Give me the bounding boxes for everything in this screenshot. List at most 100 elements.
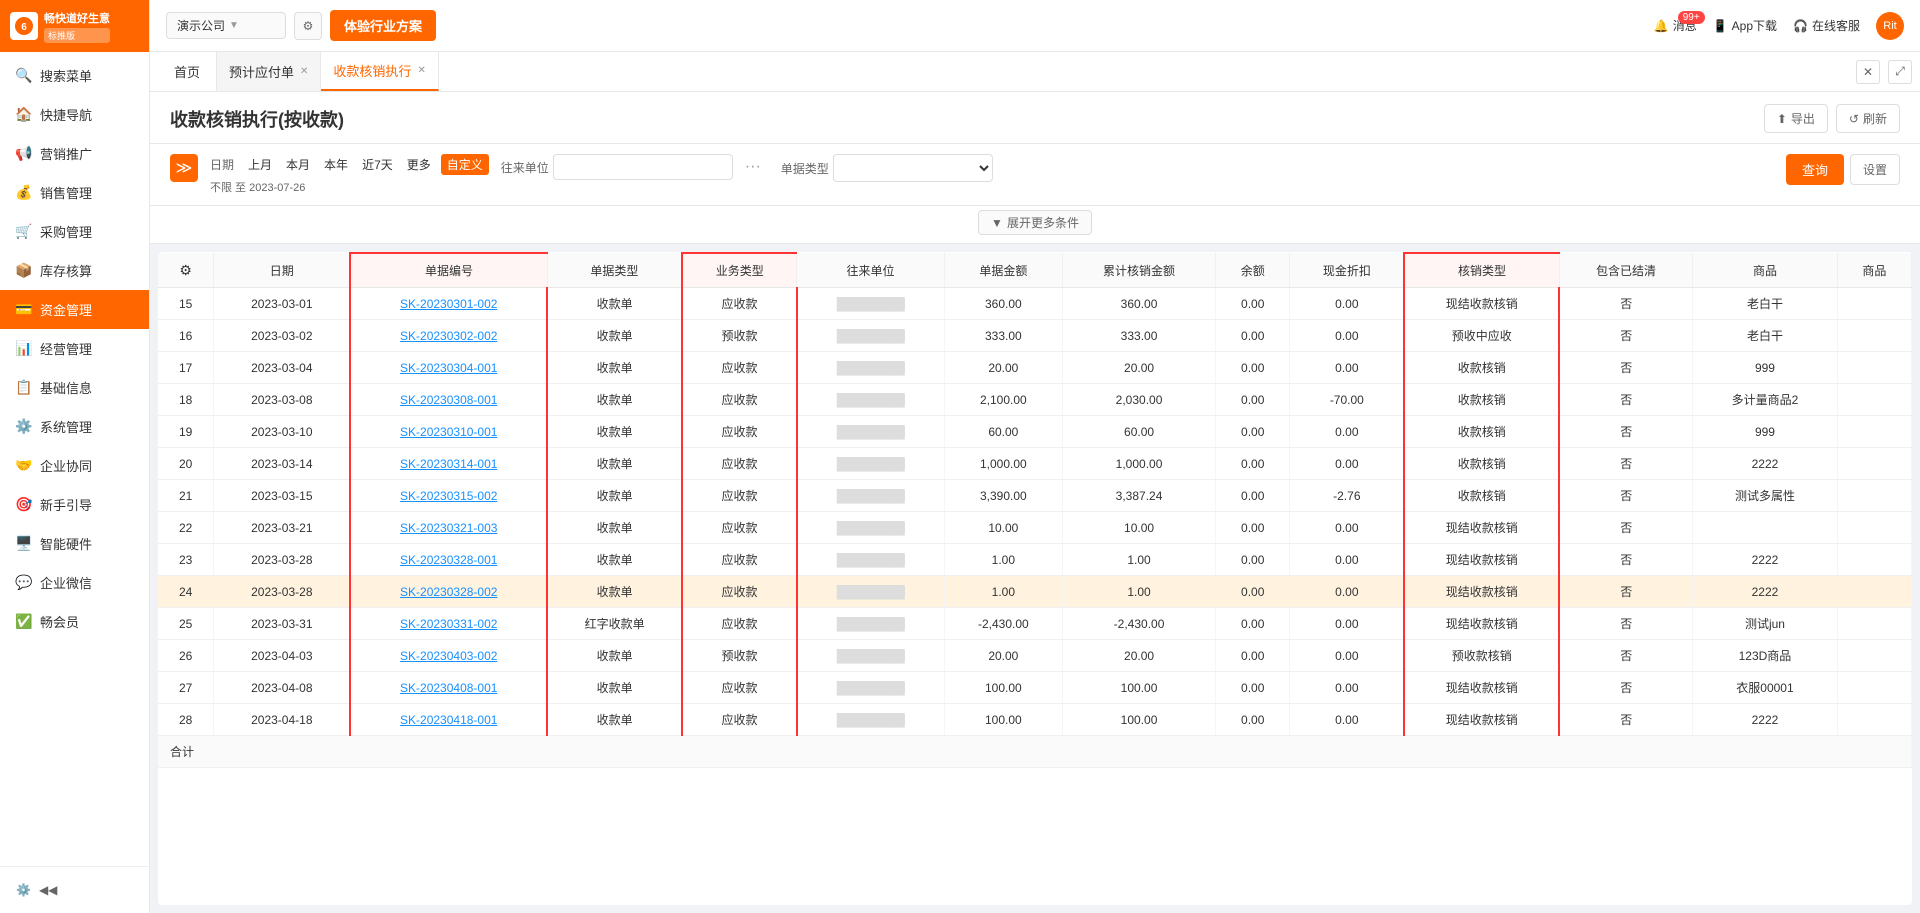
cell-biz-type: 应收款 bbox=[682, 544, 797, 576]
cell-balance: 0.00 bbox=[1216, 480, 1290, 512]
sidebar-item-cooperation[interactable]: 🤝 企业协同 bbox=[0, 446, 149, 485]
sidebar-item-operations[interactable]: 📊 经营管理 bbox=[0, 329, 149, 368]
sidebar-item-sales[interactable]: 💰 销售管理 bbox=[0, 173, 149, 212]
partner-input[interactable] bbox=[553, 154, 733, 180]
col-header-product[interactable]: 商品 bbox=[1693, 253, 1837, 288]
col-header-product2[interactable]: 商品 bbox=[1837, 253, 1911, 288]
industry-solution-button[interactable]: 体验行业方案 bbox=[330, 10, 436, 41]
sidebar-item-guide[interactable]: 🎯 新手引导 bbox=[0, 485, 149, 524]
cell-accum-cancel: 20.00 bbox=[1062, 352, 1215, 384]
doc-no-link[interactable]: SK-20230304-001 bbox=[400, 361, 497, 375]
col-header-cancel-type[interactable]: 核销类型 bbox=[1404, 253, 1559, 288]
sidebar-collapse-btn[interactable]: ◀◀ bbox=[39, 883, 57, 897]
cell-seq: 19 bbox=[158, 416, 214, 448]
col-header-partner[interactable]: 往来单位 bbox=[797, 253, 944, 288]
expand-more-button[interactable]: ▼ 展开更多条件 bbox=[978, 210, 1092, 235]
filter-expand-button[interactable]: ≫ bbox=[170, 154, 198, 182]
tab-prepay-close[interactable]: ✕ bbox=[300, 66, 308, 77]
doc-no-link[interactable]: SK-20230301-002 bbox=[400, 297, 497, 311]
sidebar-item-system[interactable]: ⚙️ 系统管理 bbox=[0, 407, 149, 446]
app-download-item[interactable]: 📱 App下载 bbox=[1713, 17, 1777, 34]
cell-balance: 0.00 bbox=[1216, 640, 1290, 672]
doc-no-link[interactable]: SK-20230408-001 bbox=[400, 681, 497, 695]
sidebar-settings-btn[interactable]: ⚙️ ◀◀ bbox=[0, 875, 149, 905]
col-header-date[interactable]: 日期 bbox=[214, 253, 351, 288]
doc-no-link[interactable]: SK-20230418-001 bbox=[400, 713, 497, 727]
col-header-biz-type[interactable]: 业务类型 bbox=[682, 253, 797, 288]
date-btn-7days[interactable]: 近7天 bbox=[358, 154, 397, 175]
sales-icon: 💰 bbox=[16, 185, 32, 201]
export-button[interactable]: ⬆ 导出 bbox=[1764, 104, 1828, 133]
cell-discount: 0.00 bbox=[1290, 448, 1405, 480]
cell-doc-type: 收款单 bbox=[547, 448, 682, 480]
sidebar-item-finance[interactable]: 💳 资金管理 bbox=[0, 290, 149, 329]
cell-biz-type: 应收款 bbox=[682, 512, 797, 544]
user-avatar-area[interactable]: Rit bbox=[1876, 12, 1904, 40]
date-btn-this-month[interactable]: 本月 bbox=[282, 154, 314, 175]
table-row: 22 2023-03-21 SK-20230321-003 收款单 应收款 ██… bbox=[158, 512, 1912, 544]
bell-icon: 🔔 bbox=[1654, 19, 1669, 33]
date-btn-this-year[interactable]: 本年 bbox=[320, 154, 352, 175]
doc-no-link[interactable]: SK-20230328-002 bbox=[400, 585, 497, 599]
col-header-amount[interactable]: 单据金额 bbox=[944, 253, 1062, 288]
filter-settings-button[interactable]: 设置 bbox=[1850, 154, 1900, 185]
table-row: 24 2023-03-28 SK-20230328-002 收款单 应收款 ██… bbox=[158, 576, 1912, 608]
doc-no-link[interactable]: SK-20230328-001 bbox=[400, 553, 497, 567]
tab-close-all-btn[interactable]: ✕ bbox=[1856, 60, 1880, 84]
tab-collect[interactable]: 收款核销执行 ✕ bbox=[321, 52, 438, 91]
cell-accum-cancel: 100.00 bbox=[1062, 704, 1215, 736]
date-btn-more[interactable]: 更多 bbox=[403, 154, 435, 175]
date-btn-custom[interactable]: 自定义 bbox=[441, 154, 489, 175]
doc-no-link[interactable]: SK-20230315-002 bbox=[400, 489, 497, 503]
sidebar-item-member[interactable]: ✅ 畅会员 bbox=[0, 602, 149, 641]
doc-no-link[interactable]: SK-20230314-001 bbox=[400, 457, 497, 471]
tab-collect-close[interactable]: ✕ bbox=[417, 65, 425, 76]
col-header-accum-cancel[interactable]: 累计核销金额 bbox=[1062, 253, 1215, 288]
sidebar-item-hardware[interactable]: 🖥️ 智能硬件 bbox=[0, 524, 149, 563]
col-header-doc-no[interactable]: 单据编号 bbox=[350, 253, 547, 288]
tab-maximize-btn[interactable]: ⤢ bbox=[1888, 60, 1912, 84]
col-header-balance[interactable]: 余额 bbox=[1216, 253, 1290, 288]
cell-date: 2023-03-28 bbox=[214, 576, 351, 608]
online-service-item[interactable]: 🎧 在线客服 bbox=[1793, 17, 1860, 34]
sidebar-item-inventory[interactable]: 📦 库存核算 bbox=[0, 251, 149, 290]
date-btn-last-month[interactable]: 上月 bbox=[244, 154, 276, 175]
cell-partner: ████████ bbox=[797, 416, 944, 448]
col-header-doc-type[interactable]: 单据类型 bbox=[547, 253, 682, 288]
table-row: 19 2023-03-10 SK-20230310-001 收款单 应收款 ██… bbox=[158, 416, 1912, 448]
refresh-button[interactable]: ↺ 刷新 bbox=[1836, 104, 1900, 133]
sidebar-item-purchase[interactable]: 🛒 采购管理 bbox=[0, 212, 149, 251]
partner-more-btn[interactable]: ··· bbox=[737, 158, 769, 176]
cell-include-settled: 否 bbox=[1559, 384, 1692, 416]
cell-doc-type: 收款单 bbox=[547, 384, 682, 416]
marketing-icon: 📢 bbox=[16, 146, 32, 162]
notification-item[interactable]: 🔔 消息 99+ bbox=[1654, 17, 1697, 34]
sidebar-item-basic-info[interactable]: 📋 基础信息 bbox=[0, 368, 149, 407]
doc-no-link[interactable]: SK-20230321-003 bbox=[400, 521, 497, 535]
settings-button[interactable]: ⚙ bbox=[294, 12, 322, 40]
doc-no-link[interactable]: SK-20230403-002 bbox=[400, 649, 497, 663]
sidebar-item-search[interactable]: 🔍 搜索菜单 bbox=[0, 56, 149, 95]
doc-no-link[interactable]: SK-20230302-002 bbox=[400, 329, 497, 343]
doc-no-link[interactable]: SK-20230331-002 bbox=[400, 617, 497, 631]
hardware-icon: 🖥️ bbox=[16, 536, 32, 552]
col-header-include-settled[interactable]: 包含已结清 bbox=[1559, 253, 1692, 288]
cell-doc-no: SK-20230321-003 bbox=[350, 512, 547, 544]
doc-type-select[interactable]: 收款单 红字收款单 bbox=[833, 154, 993, 182]
doc-no-link[interactable]: SK-20230310-001 bbox=[400, 425, 497, 439]
company-selector[interactable]: 演示公司 ▼ bbox=[166, 12, 286, 39]
sidebar-item-marketing[interactable]: 📢 营销推广 bbox=[0, 134, 149, 173]
cell-date: 2023-03-04 bbox=[214, 352, 351, 384]
cell-doc-no: SK-20230314-001 bbox=[350, 448, 547, 480]
col-header-discount[interactable]: 现金折扣 bbox=[1290, 253, 1405, 288]
tab-home[interactable]: 首页 bbox=[158, 52, 217, 91]
cell-amount: 2,100.00 bbox=[944, 384, 1062, 416]
sidebar-item-wechat[interactable]: 💬 企业微信 bbox=[0, 563, 149, 602]
tab-prepay[interactable]: 预计应付单 ✕ bbox=[217, 52, 321, 91]
cell-product: 老白干 bbox=[1693, 320, 1837, 352]
doc-no-link[interactable]: SK-20230308-001 bbox=[400, 393, 497, 407]
sidebar-item-quick-nav[interactable]: 🏠 快捷导航 bbox=[0, 95, 149, 134]
dropdown-arrow-icon: ▼ bbox=[229, 20, 239, 31]
query-button[interactable]: 查询 bbox=[1786, 154, 1844, 185]
inventory-icon: 📦 bbox=[16, 263, 32, 279]
